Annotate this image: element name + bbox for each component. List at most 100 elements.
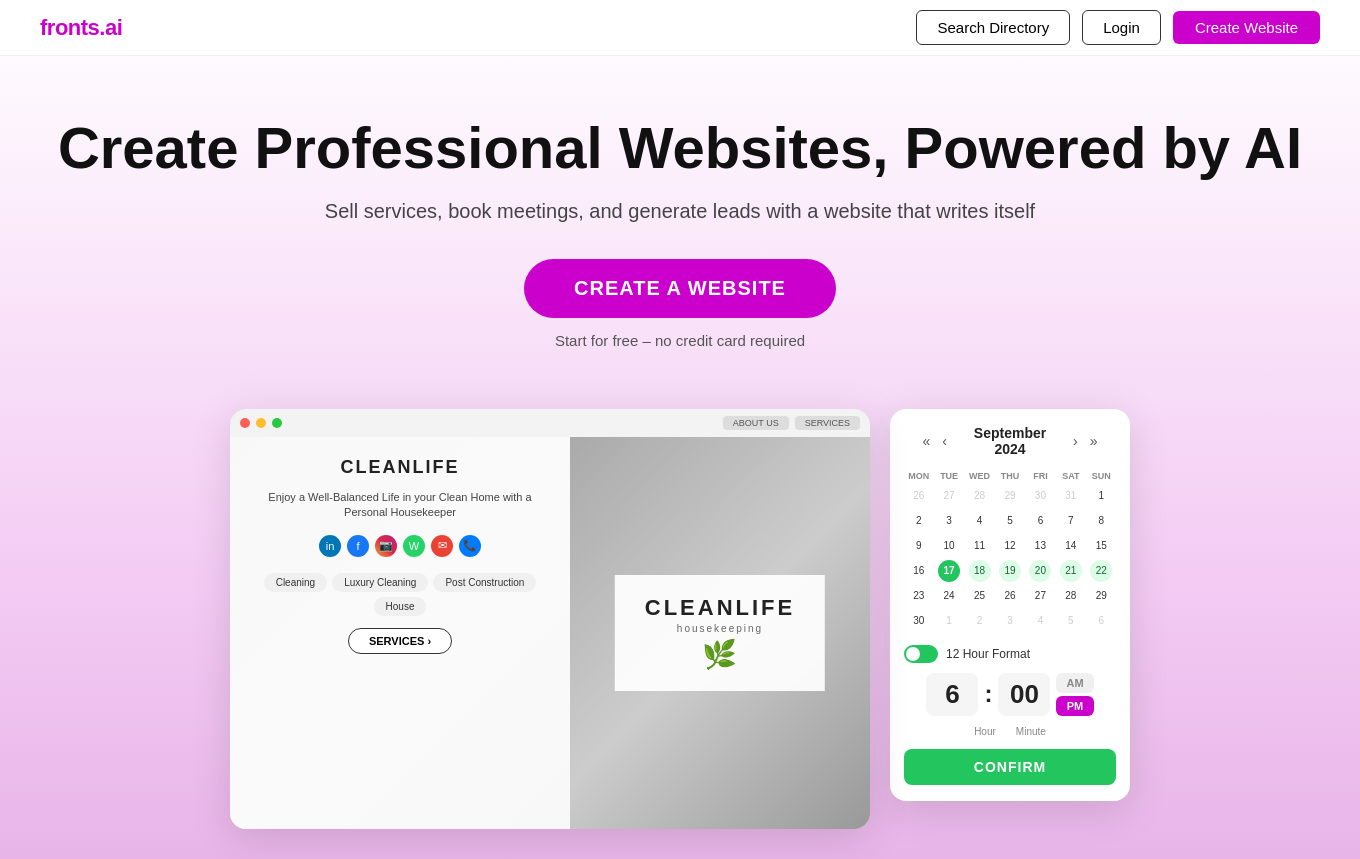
cal-day[interactable]: 23 <box>908 585 930 607</box>
cal-day[interactable]: 14 <box>1060 535 1082 557</box>
cal-day[interactable]: 29 <box>999 485 1021 507</box>
cleanlife-logo-overlay: CLEANLIFE housekeeping 🌿 <box>615 575 825 691</box>
time-format-toggle[interactable] <box>904 645 938 663</box>
cal-day[interactable]: 28 <box>969 485 991 507</box>
website-mockup: ABOUT US SERVICES CLEANLIFE Enjoy a Well… <box>230 409 870 829</box>
confirm-button[interactable]: CONFIRM <box>904 749 1116 785</box>
cal-day[interactable]: 27 <box>938 485 960 507</box>
cal-day[interactable]: 26 <box>908 485 930 507</box>
minute-label: Minute <box>1016 726 1046 737</box>
cal-prev-prev-btn[interactable]: « <box>919 431 935 451</box>
cal-day[interactable]: 22 <box>1090 560 1112 582</box>
calendar-month: September <box>974 425 1046 441</box>
dow-sat: SAT <box>1056 469 1085 483</box>
cal-prev-btn[interactable]: ‹ <box>938 431 951 451</box>
cal-next-btn[interactable]: › <box>1069 431 1082 451</box>
services-nav-btn[interactable]: SERVICES <box>795 416 860 430</box>
time-format-row: 12 Hour Format <box>904 645 1116 663</box>
cal-day[interactable]: 24 <box>938 585 960 607</box>
cal-day[interactable]: 25 <box>969 585 991 607</box>
cal-next-next-btn[interactable]: » <box>1086 431 1102 451</box>
time-labels: Hour Minute <box>904 726 1116 737</box>
dot-yellow <box>256 418 266 428</box>
tag-row: Cleaning Luxury Cleaning Post Constructi… <box>248 573 552 616</box>
cal-day[interactable]: 4 <box>1029 610 1051 632</box>
dot-red <box>240 418 250 428</box>
cal-day[interactable]: 2 <box>969 610 991 632</box>
time-colon: : <box>984 680 992 708</box>
logo-text: fronts.ai <box>40 15 122 40</box>
dow-tue: TUE <box>934 469 963 483</box>
cal-day[interactable]: 16 <box>908 560 930 582</box>
minute-input[interactable]: 00 <box>998 673 1050 716</box>
cal-day[interactable]: 4 <box>969 510 991 532</box>
cleanlife-logo-icon: 🌿 <box>645 638 795 671</box>
cta-button[interactable]: CREATE A WEBSITE <box>524 259 836 318</box>
cal-day[interactable]: 7 <box>1060 510 1082 532</box>
cal-day[interactable]: 13 <box>1029 535 1051 557</box>
cal-day[interactable]: 28 <box>1060 585 1082 607</box>
create-website-nav-button[interactable]: Create Website <box>1173 11 1320 44</box>
cal-day[interactable]: 31 <box>1060 485 1082 507</box>
instagram-icon: 📷 <box>375 535 397 557</box>
cal-day[interactable]: 5 <box>999 510 1021 532</box>
mockup-inner: ABOUT US SERVICES CLEANLIFE Enjoy a Well… <box>230 409 870 829</box>
toggle-knob <box>906 647 920 661</box>
services-btn-label: SERVICES › <box>369 635 431 647</box>
login-button[interactable]: Login <box>1082 10 1161 45</box>
cal-day[interactable]: 3 <box>999 610 1021 632</box>
dow-fri: FRI <box>1026 469 1055 483</box>
dow-wed: WED <box>965 469 994 483</box>
cal-day[interactable]: 11 <box>969 535 991 557</box>
services-button[interactable]: SERVICES › <box>348 628 452 654</box>
topbar-nav-btns: ABOUT US SERVICES <box>723 416 860 430</box>
cal-day[interactable]: 29 <box>1090 585 1112 607</box>
site-brand: CLEANLIFE <box>248 457 552 478</box>
calendar-header: « ‹ September 2024 › » <box>904 425 1116 457</box>
email-icon: ✉ <box>431 535 453 557</box>
cal-day[interactable]: 15 <box>1090 535 1112 557</box>
linkedin-icon: in <box>319 535 341 557</box>
cal-day[interactable]: 19 <box>999 560 1021 582</box>
hour-label: Hour <box>974 726 996 737</box>
cal-day[interactable]: 26 <box>999 585 1021 607</box>
cal-day-today[interactable]: 17 <box>938 560 960 582</box>
cal-day[interactable]: 6 <box>1090 610 1112 632</box>
cal-day[interactable]: 27 <box>1029 585 1051 607</box>
calendar-month-year: September 2024 <box>955 425 1065 457</box>
phone-icon: 📞 <box>459 535 481 557</box>
cal-day[interactable]: 10 <box>938 535 960 557</box>
cal-day[interactable]: 20 <box>1029 560 1051 582</box>
calendar-grid: MON TUE WED THU FRI SAT SUN 26 27 28 29 … <box>904 469 1116 633</box>
cal-day[interactable]: 12 <box>999 535 1021 557</box>
site-overlay: CLEANLIFE Enjoy a Well-Balanced Life in … <box>230 437 870 829</box>
facebook-icon: f <box>347 535 369 557</box>
cal-day[interactable]: 3 <box>938 510 960 532</box>
pm-button[interactable]: PM <box>1056 696 1093 716</box>
cal-day[interactable]: 30 <box>908 610 930 632</box>
cal-day[interactable]: 18 <box>969 560 991 582</box>
cal-day[interactable]: 8 <box>1090 510 1112 532</box>
am-button[interactable]: AM <box>1056 673 1093 693</box>
cal-day[interactable]: 9 <box>908 535 930 557</box>
nav-actions: Search Directory Login Create Website <box>916 10 1320 45</box>
cal-day[interactable]: 5 <box>1060 610 1082 632</box>
tag-house: House <box>374 597 427 616</box>
cal-day[interactable]: 2 <box>908 510 930 532</box>
screenshots-section: ABOUT US SERVICES CLEANLIFE Enjoy a Well… <box>0 379 1360 859</box>
hour-input[interactable]: 6 <box>926 673 978 716</box>
cal-day[interactable]: 6 <box>1029 510 1051 532</box>
cal-day[interactable]: 21 <box>1060 560 1082 582</box>
tag-construction: Post Construction <box>433 573 536 592</box>
about-us-nav-btn[interactable]: ABOUT US <box>723 416 789 430</box>
hero-title: Create Professional Websites, Powered by… <box>20 116 1340 180</box>
search-directory-button[interactable]: Search Directory <box>916 10 1070 45</box>
cal-day[interactable]: 1 <box>1090 485 1112 507</box>
dot-green <box>272 418 282 428</box>
tag-luxury: Luxury Cleaning <box>332 573 428 592</box>
site-left-panel: CLEANLIFE Enjoy a Well-Balanced Life in … <box>230 437 570 829</box>
cal-day[interactable]: 30 <box>1029 485 1051 507</box>
calendar-year: 2024 <box>994 441 1025 457</box>
cal-day[interactable]: 1 <box>938 610 960 632</box>
time-format-label: 12 Hour Format <box>946 647 1030 661</box>
